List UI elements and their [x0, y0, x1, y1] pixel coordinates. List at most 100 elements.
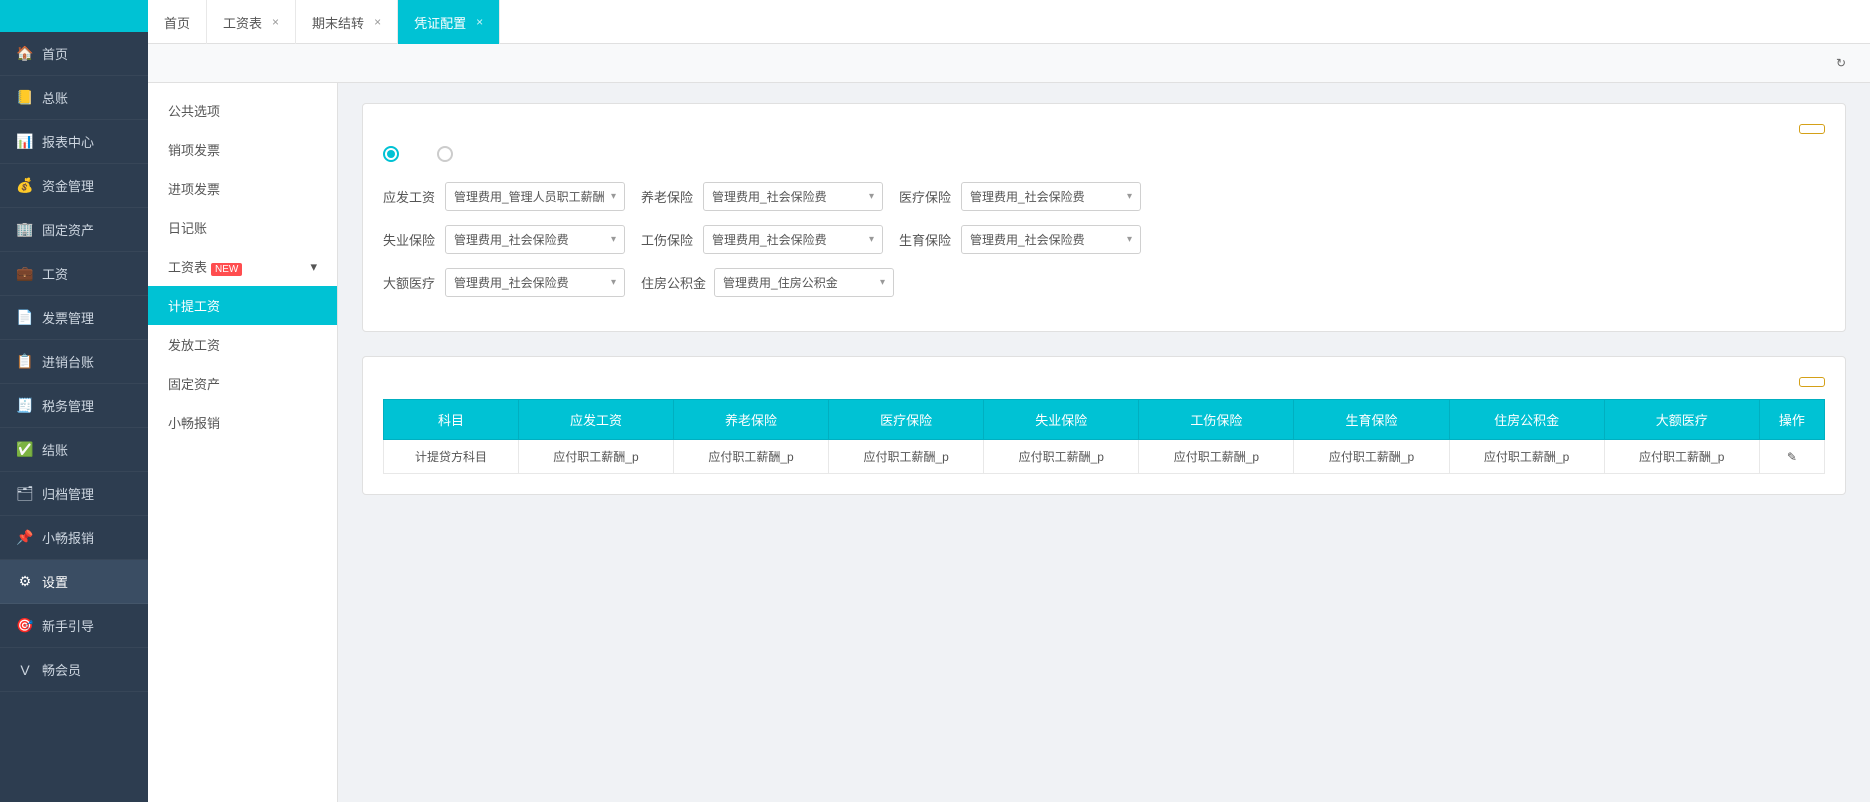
left-nav-label-4: 工资表NEW: [168, 257, 242, 276]
sidebar-item-checkout[interactable]: ✅ 结账: [0, 428, 148, 472]
table-header-7: 住房公积金: [1449, 400, 1604, 440]
select-value-2-1: 管理费用_住房公积金: [723, 274, 838, 291]
topbar: 首页工资表×期末结转×凭证配置×: [148, 0, 1870, 44]
table-header-3: 医疗保险: [829, 400, 984, 440]
sidebar-item-settings[interactable]: ⚙ 设置: [0, 560, 148, 604]
tab-1[interactable]: 工资表 ×: [207, 0, 296, 44]
form-select-2-1[interactable]: 管理费用_住房公积金 ▾: [714, 268, 894, 297]
tab-label-2: 期末结转: [312, 13, 364, 32]
select-arrow-0-0: ▾: [611, 191, 616, 202]
section2-header: [383, 377, 1825, 387]
left-nav-item-2[interactable]: 进项发票: [148, 169, 337, 208]
table-row-0: 计提贷方科目应付职工薪酬_p应付职工薪酬_p应付职工薪酬_p应付职工薪酬_p应付…: [384, 440, 1825, 474]
form-row-2: 大额医疗 管理费用_社会保险费 ▾ 住房公积金 管理费用_住房公积金 ▾: [383, 268, 1825, 297]
form-select-0-1[interactable]: 管理费用_社会保险费 ▾: [703, 182, 883, 211]
table-header-0: 科目: [384, 400, 519, 440]
sidebar-icon-guide: 🎯: [16, 617, 34, 634]
select-value-0-1: 管理费用_社会保险费: [712, 188, 827, 205]
left-nav-item-8[interactable]: 小畅报销: [148, 403, 337, 442]
left-nav-item-0[interactable]: 公共选项: [148, 91, 337, 130]
table-cell-0-2: 应付职工薪酬_p: [674, 440, 829, 474]
tab-close-3[interactable]: ×: [476, 15, 483, 29]
sidebar-item-salary[interactable]: 💼 工资: [0, 252, 148, 296]
sidebar-item-tax-management[interactable]: 🧾 税务管理: [0, 384, 148, 428]
left-nav-item-6[interactable]: 发放工资: [148, 325, 337, 364]
form-select-1-0[interactable]: 管理费用_社会保险费 ▾: [445, 225, 625, 254]
sidebar-item-fund-management[interactable]: 💰 资金管理: [0, 164, 148, 208]
form-select-0-2[interactable]: 管理费用_社会保险费 ▾: [961, 182, 1141, 211]
sidebar-icon-report-center: 📊: [16, 133, 34, 150]
tab-label-0: 首页: [164, 13, 190, 32]
sidebar-item-home[interactable]: 🏠 首页: [0, 32, 148, 76]
radio-group: [383, 146, 1825, 162]
left-nav-item-7[interactable]: 固定资产: [148, 364, 337, 403]
brand-label: [0, 0, 148, 32]
form-select-0-0[interactable]: 管理费用_管理人员职工薪酬 ▾: [445, 182, 625, 211]
select-arrow-1-0: ▾: [611, 234, 616, 245]
sidebar-item-expense[interactable]: 📌 小畅报销: [0, 516, 148, 560]
form-item-1-0: 失业保险 管理费用_社会保险费 ▾: [383, 225, 625, 254]
sidebar-icon-fund-management: 💰: [16, 177, 34, 194]
sidebar-icon-home: 🏠: [16, 45, 34, 62]
form-select-1-2[interactable]: 管理费用_社会保险费 ▾: [961, 225, 1141, 254]
sidebar-item-guide[interactable]: 🎯 新手引导: [0, 604, 148, 648]
radio-department-setup[interactable]: [437, 146, 459, 162]
left-nav-label-1: 销项发票: [168, 140, 220, 159]
sidebar-icon-membership: V: [16, 662, 34, 678]
left-nav-item-4[interactable]: 工资表NEW ▾: [148, 247, 337, 286]
radio-basic-setup[interactable]: [383, 146, 405, 162]
sidebar-item-archive[interactable]: 🗂 归档管理: [0, 472, 148, 516]
table-cell-0-3: 应付职工薪酬_p: [829, 440, 984, 474]
sidebar-label-invoice-management: 发票管理: [42, 308, 94, 327]
left-nav-item-1[interactable]: 销项发票: [148, 130, 337, 169]
tab-close-2[interactable]: ×: [374, 15, 381, 29]
left-nav-item-3[interactable]: 日记账: [148, 208, 337, 247]
left-nav-label-8: 小畅报销: [168, 413, 220, 432]
sidebar-label-purchase-sales: 进销台账: [42, 352, 94, 371]
form-item-0-2: 医疗保险 管理费用_社会保险费 ▾: [899, 182, 1141, 211]
tab-0[interactable]: 首页: [148, 0, 207, 44]
sidebar-icon-invoice-management: 📄: [16, 309, 34, 326]
select-arrow-2-0: ▾: [611, 277, 616, 288]
sidebar-item-membership[interactable]: V 畅会员: [0, 648, 148, 692]
sidebar-label-fixed-assets: 固定资产: [42, 220, 94, 239]
form-select-1-1[interactable]: 管理费用_社会保险费 ▾: [703, 225, 883, 254]
select-value-0-2: 管理费用_社会保险费: [970, 188, 1085, 205]
select-arrow-0-1: ▾: [869, 191, 874, 202]
sidebar-label-membership: 畅会员: [42, 660, 81, 679]
table-header-2: 养老保险: [674, 400, 829, 440]
sidebar-icon-fixed-assets: 🏢: [16, 221, 34, 238]
sidebar-icon-general-ledger: 📒: [16, 89, 34, 106]
form-row-0: 应发工资 管理费用_管理人员职工薪酬 ▾ 养老保险 管理费用_社会保险费 ▾ 医…: [383, 182, 1825, 211]
table-cell-0-4: 应付职工薪酬_p: [984, 440, 1139, 474]
tab-3[interactable]: 凭证配置×: [398, 0, 500, 44]
sidebar-item-invoice-management[interactable]: 📄 发票管理: [0, 296, 148, 340]
auto-match-credit-button[interactable]: [1799, 377, 1825, 387]
sidebar-item-report-center[interactable]: 📊 报表中心: [0, 120, 148, 164]
auto-match-debit-button[interactable]: [1799, 124, 1825, 134]
sidebar-label-tax-management: 税务管理: [42, 396, 94, 415]
section-debit: 应发工资 管理费用_管理人员职工薪酬 ▾ 养老保险 管理费用_社会保险费 ▾ 医…: [362, 103, 1846, 332]
form-select-2-0[interactable]: 管理费用_社会保险费 ▾: [445, 268, 625, 297]
new-badge-4: NEW: [211, 263, 242, 276]
radio-basic-circle: [383, 146, 399, 162]
sidebar-item-general-ledger[interactable]: 📒 总账: [0, 76, 148, 120]
sidebar-label-report-center: 报表中心: [42, 132, 94, 151]
table-header-6: 生育保险: [1294, 400, 1449, 440]
refresh-button[interactable]: ↻: [1836, 56, 1850, 70]
select-arrow-0-2: ▾: [1127, 191, 1132, 202]
table-edit-icon-0[interactable]: ✎: [1759, 440, 1824, 474]
tab-close-1[interactable]: ×: [272, 15, 279, 29]
radio-dept-circle: [437, 146, 453, 162]
form-item-1-1: 工伤保险 管理费用_社会保险费 ▾: [641, 225, 883, 254]
left-nav-item-5[interactable]: 计提工资: [148, 286, 337, 325]
sidebar-item-purchase-sales[interactable]: 📋 进销台账: [0, 340, 148, 384]
nav-arrow-4: ▾: [310, 259, 317, 275]
sidebar-item-fixed-assets[interactable]: 🏢 固定资产: [0, 208, 148, 252]
sidebar-label-expense: 小畅报销: [42, 528, 94, 547]
tab-2[interactable]: 期末结转 ×: [296, 0, 398, 44]
tab-label-1: 工资表: [223, 13, 262, 32]
main-area: 首页工资表×期末结转×凭证配置× ↻ 公共选项销项发票进项发票日记账工资表NEW…: [148, 0, 1870, 802]
form-item-0-1: 养老保险 管理费用_社会保险费 ▾: [641, 182, 883, 211]
form-label-0-1: 养老保险: [641, 187, 695, 206]
